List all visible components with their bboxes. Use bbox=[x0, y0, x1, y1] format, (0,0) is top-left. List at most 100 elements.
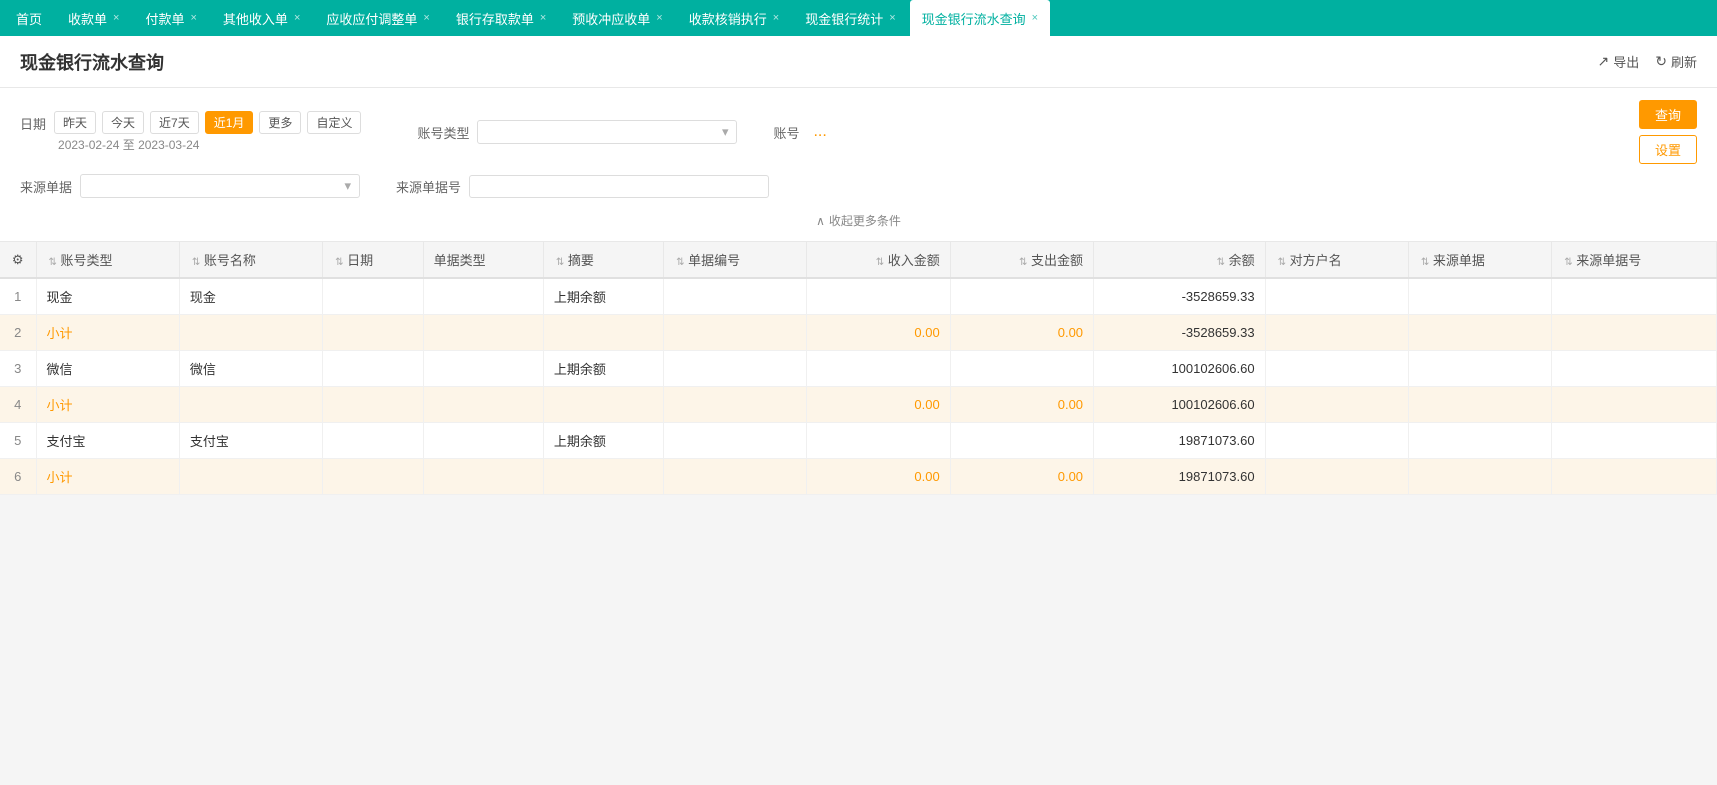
date-btn-yesterday[interactable]: 昨天 bbox=[54, 111, 96, 134]
table-cell: 19871073.60 bbox=[1094, 423, 1266, 459]
page-header: 现金银行流水查询 ↗ 导出 ↻ 刷新 bbox=[0, 36, 1717, 88]
table-cell bbox=[543, 315, 663, 351]
table-cell bbox=[807, 423, 950, 459]
collapse-bar[interactable]: ∧ 收起更多条件 bbox=[20, 208, 1697, 233]
header-actions: ↗ 导出 ↻ 刷新 bbox=[1598, 52, 1698, 71]
query-button[interactable]: 查询 bbox=[1639, 100, 1697, 129]
account-type-select[interactable]: ▾ bbox=[477, 120, 737, 144]
close-icon[interactable]: × bbox=[1032, 12, 1038, 24]
th-doc-type[interactable]: 单据类型 bbox=[423, 242, 543, 278]
account-type-filter-group: 账号类型 ▾ bbox=[417, 120, 737, 144]
close-icon[interactable]: × bbox=[113, 12, 119, 24]
close-icon[interactable]: × bbox=[294, 12, 300, 24]
table-cell bbox=[423, 459, 543, 495]
table-cell: -3528659.33 bbox=[1094, 315, 1266, 351]
table-cell bbox=[323, 278, 423, 315]
table-cell bbox=[1265, 315, 1408, 351]
nav-other-income[interactable]: 其他收入单 × bbox=[211, 0, 312, 36]
table-cell bbox=[950, 423, 1093, 459]
nav-cash-flow[interactable]: 现金银行流水查询 × bbox=[910, 0, 1050, 36]
table-row: 4小计0.000.00100102606.60 bbox=[0, 387, 1717, 423]
table-cell: 4 bbox=[0, 387, 36, 423]
table-cell bbox=[323, 315, 423, 351]
nav-cash-stats[interactable]: 现金银行统计 × bbox=[793, 0, 907, 36]
table-cell bbox=[664, 278, 807, 315]
date-btn-1month[interactable]: 近1月 bbox=[205, 111, 254, 134]
table-cell bbox=[1552, 278, 1717, 315]
table-cell: 3 bbox=[0, 351, 36, 387]
table-cell bbox=[1552, 315, 1717, 351]
refresh-icon: ↻ bbox=[1655, 53, 1667, 70]
th-summary[interactable]: ⇅ 摘要 bbox=[543, 242, 663, 278]
collapse-label: 收起更多条件 bbox=[829, 212, 901, 229]
source-doc-label: 来源单据 bbox=[20, 177, 72, 196]
date-filter-group: 日期 昨天 今天 近7天 近1月 更多 自定义 2023-02-24 至 202… bbox=[20, 111, 361, 153]
th-income[interactable]: ⇅ 收入金额 bbox=[807, 242, 950, 278]
close-icon[interactable]: × bbox=[423, 12, 429, 24]
table-cell bbox=[1552, 387, 1717, 423]
th-counterparty[interactable]: ⇅ 对方户名 bbox=[1265, 242, 1408, 278]
table-cell bbox=[179, 387, 322, 423]
nav-receipt-exec[interactable]: 收款核销执行 × bbox=[677, 0, 791, 36]
close-icon[interactable]: × bbox=[889, 12, 895, 24]
table-cell: 小计 bbox=[36, 315, 179, 351]
table-cell: 微信 bbox=[179, 351, 322, 387]
nav-adjustment[interactable]: 应收应付调整单 × bbox=[314, 0, 441, 36]
table-cell bbox=[423, 351, 543, 387]
th-doc-number[interactable]: ⇅ 单据编号 bbox=[664, 242, 807, 278]
nav-payment[interactable]: 付款单 × bbox=[133, 0, 208, 36]
sort-icon: ⇅ bbox=[676, 257, 684, 268]
nav-bank-deposit[interactable]: 银行存取款单 × bbox=[444, 0, 558, 36]
account-ellipsis-btn[interactable]: ... bbox=[807, 121, 832, 143]
nav-home[interactable]: 首页 bbox=[4, 0, 54, 36]
th-date[interactable]: ⇅ 日期 bbox=[323, 242, 423, 278]
table-cell: 上期余额 bbox=[543, 278, 663, 315]
table-cell bbox=[1265, 351, 1408, 387]
th-settings[interactable]: ⚙ bbox=[0, 242, 36, 278]
table-cell bbox=[1408, 459, 1551, 495]
chevron-down-icon: ▾ bbox=[722, 124, 729, 140]
close-icon[interactable]: × bbox=[540, 12, 546, 24]
table-cell bbox=[1408, 315, 1551, 351]
th-account-name[interactable]: ⇅ 账号名称 bbox=[179, 242, 322, 278]
sort-icon: ⇅ bbox=[335, 257, 343, 268]
date-btn-more[interactable]: 更多 bbox=[259, 111, 301, 134]
table-cell bbox=[807, 278, 950, 315]
table-cell: 0.00 bbox=[950, 387, 1093, 423]
table-row: 6小计0.000.0019871073.60 bbox=[0, 459, 1717, 495]
table-cell: 小计 bbox=[36, 459, 179, 495]
close-icon[interactable]: × bbox=[656, 12, 662, 24]
table-cell: 0.00 bbox=[807, 315, 950, 351]
date-btn-custom[interactable]: 自定义 bbox=[307, 111, 361, 134]
th-source-doc[interactable]: ⇅ 来源单据 bbox=[1408, 242, 1551, 278]
nav-receipt[interactable]: 收款单 × bbox=[56, 0, 131, 36]
table-row: 3微信微信上期余额100102606.60 bbox=[0, 351, 1717, 387]
date-btn-7days[interactable]: 近7天 bbox=[150, 111, 199, 134]
table-row: 5支付宝支付宝上期余额19871073.60 bbox=[0, 423, 1717, 459]
close-icon[interactable]: × bbox=[190, 12, 196, 24]
table-cell bbox=[807, 351, 950, 387]
table-cell: 6 bbox=[0, 459, 36, 495]
settings-button[interactable]: 设置 bbox=[1639, 135, 1697, 164]
source-doc-select[interactable]: ▾ bbox=[80, 174, 360, 198]
table-cell bbox=[179, 315, 322, 351]
table-cell bbox=[664, 387, 807, 423]
th-source-doc-num[interactable]: ⇅ 来源单据号 bbox=[1552, 242, 1717, 278]
table-cell bbox=[950, 278, 1093, 315]
account-label: 账号 bbox=[773, 123, 799, 142]
nav-advance-offset[interactable]: 预收冲应收单 × bbox=[560, 0, 674, 36]
sort-icon: ⇅ bbox=[49, 257, 57, 268]
refresh-button[interactable]: ↻ 刷新 bbox=[1655, 52, 1697, 71]
table-cell: 100102606.60 bbox=[1094, 387, 1266, 423]
date-btn-today[interactable]: 今天 bbox=[102, 111, 144, 134]
th-balance[interactable]: ⇅ 余额 bbox=[1094, 242, 1266, 278]
close-icon[interactable]: × bbox=[773, 12, 779, 24]
th-expense[interactable]: ⇅ 支出金额 bbox=[950, 242, 1093, 278]
export-button[interactable]: ↗ 导出 bbox=[1598, 52, 1640, 71]
account-filter-group: 账号 ... bbox=[773, 121, 832, 143]
filter-row-2: 来源单据 ▾ 来源单据号 bbox=[20, 174, 1697, 198]
table-cell: 5 bbox=[0, 423, 36, 459]
source-doc-num-input[interactable] bbox=[469, 175, 769, 198]
th-account-type[interactable]: ⇅ 账号类型 bbox=[36, 242, 179, 278]
table-cell bbox=[543, 387, 663, 423]
